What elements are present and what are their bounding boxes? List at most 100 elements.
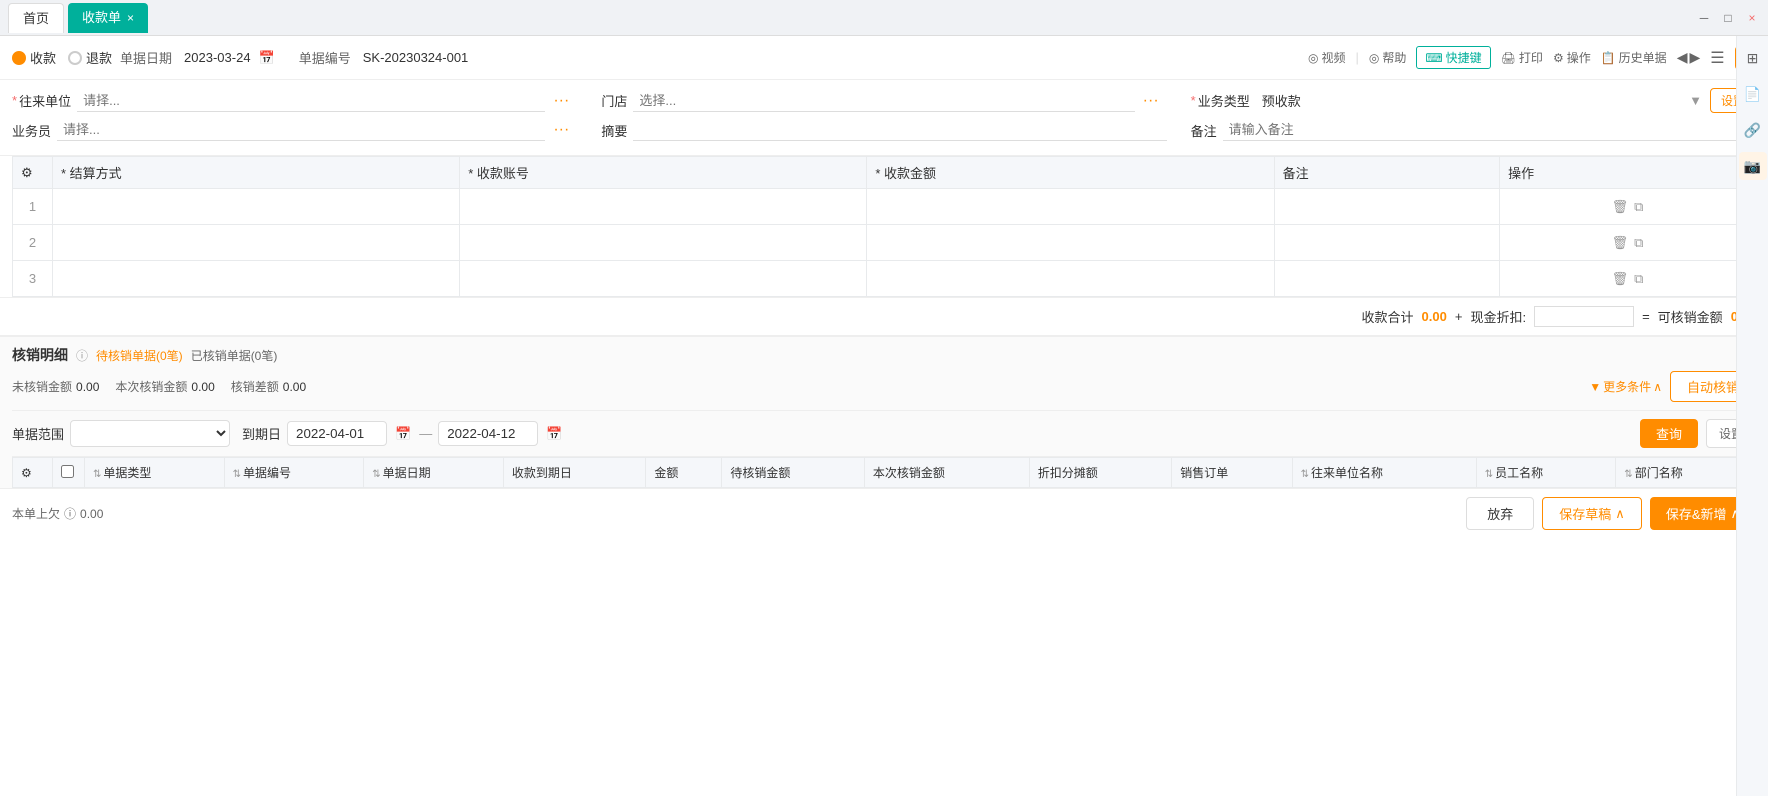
select-all-checkbox[interactable] bbox=[61, 465, 74, 478]
shop-label: 门店 bbox=[601, 91, 627, 110]
col-doc-type: ⇅单据类型 bbox=[85, 458, 225, 488]
settle-cell-2[interactable] bbox=[53, 225, 460, 261]
calendar-from-icon[interactable]: 📅 bbox=[395, 426, 411, 442]
copy-icon-3[interactable]: ⧉ bbox=[1634, 271, 1643, 287]
diff-value: 0.00 bbox=[283, 380, 306, 394]
current-amount-item: 本次核销金额 0.00 bbox=[115, 378, 214, 395]
tab-receipt[interactable]: 收款单 × bbox=[68, 3, 148, 33]
receipt-radio[interactable]: 收款 bbox=[12, 48, 56, 67]
due-date-to-input[interactable] bbox=[438, 421, 538, 446]
video-icon: ◎ bbox=[1308, 51, 1318, 65]
table-settings-col[interactable]: ⚙ bbox=[13, 157, 53, 189]
amount-cell-3[interactable] bbox=[867, 261, 1274, 297]
main-wrapper: 收款 退款 单据日期 2023-03-24 📅 单据编号 SK-20230324… bbox=[0, 36, 1768, 796]
maximize-button[interactable]: □ bbox=[1720, 10, 1736, 26]
date-label: 单据日期 bbox=[120, 48, 172, 67]
done-tab[interactable]: 已核销单据(0笔) bbox=[191, 347, 278, 364]
biz-type-dropdown-icon[interactable]: ▼ bbox=[1689, 93, 1702, 108]
bottom-bar: 本单上欠 ⓘ 0.00 放弃 保存草稿 ∧ 保存&新增 ∧ bbox=[0, 488, 1768, 538]
salesperson-more-button[interactable]: ··· bbox=[545, 121, 577, 139]
side-doc-icon[interactable]: 📄 bbox=[1739, 80, 1767, 108]
account-cell-2[interactable] bbox=[460, 225, 867, 261]
next-arrow[interactable]: ▶ bbox=[1689, 49, 1700, 66]
close-icon[interactable]: × bbox=[127, 3, 134, 33]
remark-cell-1[interactable] bbox=[1274, 189, 1500, 225]
col-counterpart: ⇅往来单位名称 bbox=[1292, 458, 1476, 488]
due-date-from-input[interactable] bbox=[287, 421, 387, 446]
help-button[interactable]: ◎ 帮助 bbox=[1369, 49, 1407, 66]
col-amount: * 收款金额 bbox=[867, 157, 1274, 189]
info-icon[interactable]: ⓘ bbox=[64, 505, 76, 522]
action-cell-1: 🗑 ⧉ bbox=[1500, 189, 1756, 225]
total-label1: 收款合计 bbox=[1362, 307, 1414, 326]
range-field: 单据范围 bbox=[12, 420, 230, 447]
biz-type-label: 业务类型 bbox=[1198, 91, 1250, 110]
remark-input[interactable] bbox=[1223, 119, 1756, 141]
copy-icon-2[interactable]: ⧉ bbox=[1634, 235, 1643, 251]
range-label: 单据范围 bbox=[12, 424, 64, 443]
tab-bar: 首页 收款单 × ─ □ × bbox=[0, 0, 1768, 36]
refund-radio[interactable]: 退款 bbox=[68, 48, 112, 67]
side-link-icon[interactable]: 🔗 bbox=[1739, 116, 1767, 144]
minimize-button[interactable]: ─ bbox=[1696, 10, 1712, 26]
query-button[interactable]: 查询 bbox=[1640, 419, 1698, 448]
account-cell-1[interactable] bbox=[460, 189, 867, 225]
delete-icon-2[interactable]: 🗑 bbox=[1612, 235, 1629, 251]
receipt-table: ⚙ * 结算方式 * 收款账号 * 收款金额 备注 操作 1 bbox=[12, 156, 1756, 297]
right-panel: ⊞ 📄 🔗 📷 bbox=[1736, 36, 1768, 796]
toolbar-row: 收款 退款 单据日期 2023-03-24 📅 单据编号 SK-20230324… bbox=[0, 36, 1768, 80]
amount-cell-1[interactable] bbox=[867, 189, 1274, 225]
range-select[interactable] bbox=[70, 420, 230, 447]
lower-table-settings-col[interactable]: ⚙ bbox=[13, 458, 53, 488]
shortcut-button[interactable]: ⌨ 快捷键 bbox=[1416, 46, 1490, 69]
verify-section: 核销明细 ⓘ 待核销单据(0笔) 已核销单据(0笔) 未核销金额 0.00 本次… bbox=[0, 335, 1768, 488]
verify-title: 核销明细 bbox=[12, 345, 68, 365]
col-action: 操作 bbox=[1500, 157, 1756, 189]
close-window-button[interactable]: × bbox=[1744, 10, 1760, 26]
remark-cell-3[interactable] bbox=[1274, 261, 1500, 297]
unchecked-label: 未核销金额 bbox=[12, 378, 72, 395]
delete-icon-1[interactable]: 🗑 bbox=[1612, 199, 1629, 215]
discount-input[interactable] bbox=[1534, 306, 1634, 327]
delete-icon-3[interactable]: 🗑 bbox=[1612, 271, 1629, 287]
toolbar-right: ◎ 视频 | ◎ 帮助 ⌨ 快捷键 🖨 打印 ⚙ 操作 📋 历史单据 bbox=[1308, 46, 1756, 70]
summary-input[interactable] bbox=[633, 119, 1166, 141]
unchecked-amount-item: 未核销金额 0.00 bbox=[12, 378, 99, 395]
settle-cell-3[interactable] bbox=[53, 261, 460, 297]
shop-input[interactable] bbox=[633, 90, 1134, 112]
video-button[interactable]: ◎ 视频 bbox=[1308, 49, 1346, 66]
calendar-to-icon[interactable]: 📅 bbox=[546, 426, 562, 442]
verify-info-icon[interactable]: ⓘ bbox=[76, 347, 88, 364]
side-capture-icon[interactable]: 📷 bbox=[1739, 152, 1767, 180]
col-current-amount: 本次核销金额 bbox=[864, 458, 1029, 488]
unchecked-value: 0.00 bbox=[76, 380, 99, 394]
draft-button[interactable]: 保存草稿 ∧ bbox=[1542, 497, 1642, 530]
verify-table: ⚙ ⇅单据类型 ⇅单据编号 ⇅单据日期 收款到期日 金额 待核销金额 本次核销金… bbox=[12, 457, 1756, 488]
settle-cell-1[interactable] bbox=[53, 189, 460, 225]
prev-arrow[interactable]: ◀ bbox=[1677, 49, 1688, 66]
remark-cell-2[interactable] bbox=[1274, 225, 1500, 261]
form-row-1: * 往来单位 ··· 门店 ··· * 业务类型 预收款 ▼ 设置 bbox=[12, 88, 1756, 113]
salesperson-input[interactable] bbox=[57, 119, 545, 141]
history-button[interactable]: 📋 历史单据 bbox=[1601, 49, 1667, 66]
side-table-icon[interactable]: ⊞ bbox=[1739, 44, 1767, 72]
operation-button[interactable]: ⚙ 操作 bbox=[1553, 49, 1591, 66]
pending-tab[interactable]: 待核销单据(0笔) bbox=[96, 347, 183, 364]
checkbox-col[interactable] bbox=[53, 458, 85, 488]
counterpart-more-button[interactable]: ··· bbox=[545, 92, 577, 110]
last-due-label: 本单上欠 bbox=[12, 505, 60, 522]
shop-more-button[interactable]: ··· bbox=[1135, 92, 1167, 110]
list-view-icon[interactable]: ☰ bbox=[1710, 48, 1724, 68]
account-cell-3[interactable] bbox=[460, 261, 867, 297]
calendar-icon[interactable]: 📅 bbox=[259, 50, 275, 66]
lower-table-wrap: ⚙ ⇅单据类型 ⇅单据编号 ⇅单据日期 收款到期日 金额 待核销金额 本次核销金… bbox=[12, 457, 1756, 488]
counterpart-input[interactable] bbox=[77, 90, 545, 112]
more-filter-button[interactable]: ▼ 更多条件 ∧ bbox=[1589, 378, 1662, 395]
tab-home[interactable]: 首页 bbox=[8, 3, 64, 33]
amount-cell-2[interactable] bbox=[867, 225, 1274, 261]
receipt-type-radio-group: 收款 退款 bbox=[12, 48, 112, 67]
print-button[interactable]: 🖨 打印 bbox=[1501, 49, 1543, 66]
copy-icon-1[interactable]: ⧉ bbox=[1634, 199, 1643, 215]
discard-button[interactable]: 放弃 bbox=[1466, 497, 1534, 530]
draft-label: 保存草稿 bbox=[1559, 504, 1611, 523]
